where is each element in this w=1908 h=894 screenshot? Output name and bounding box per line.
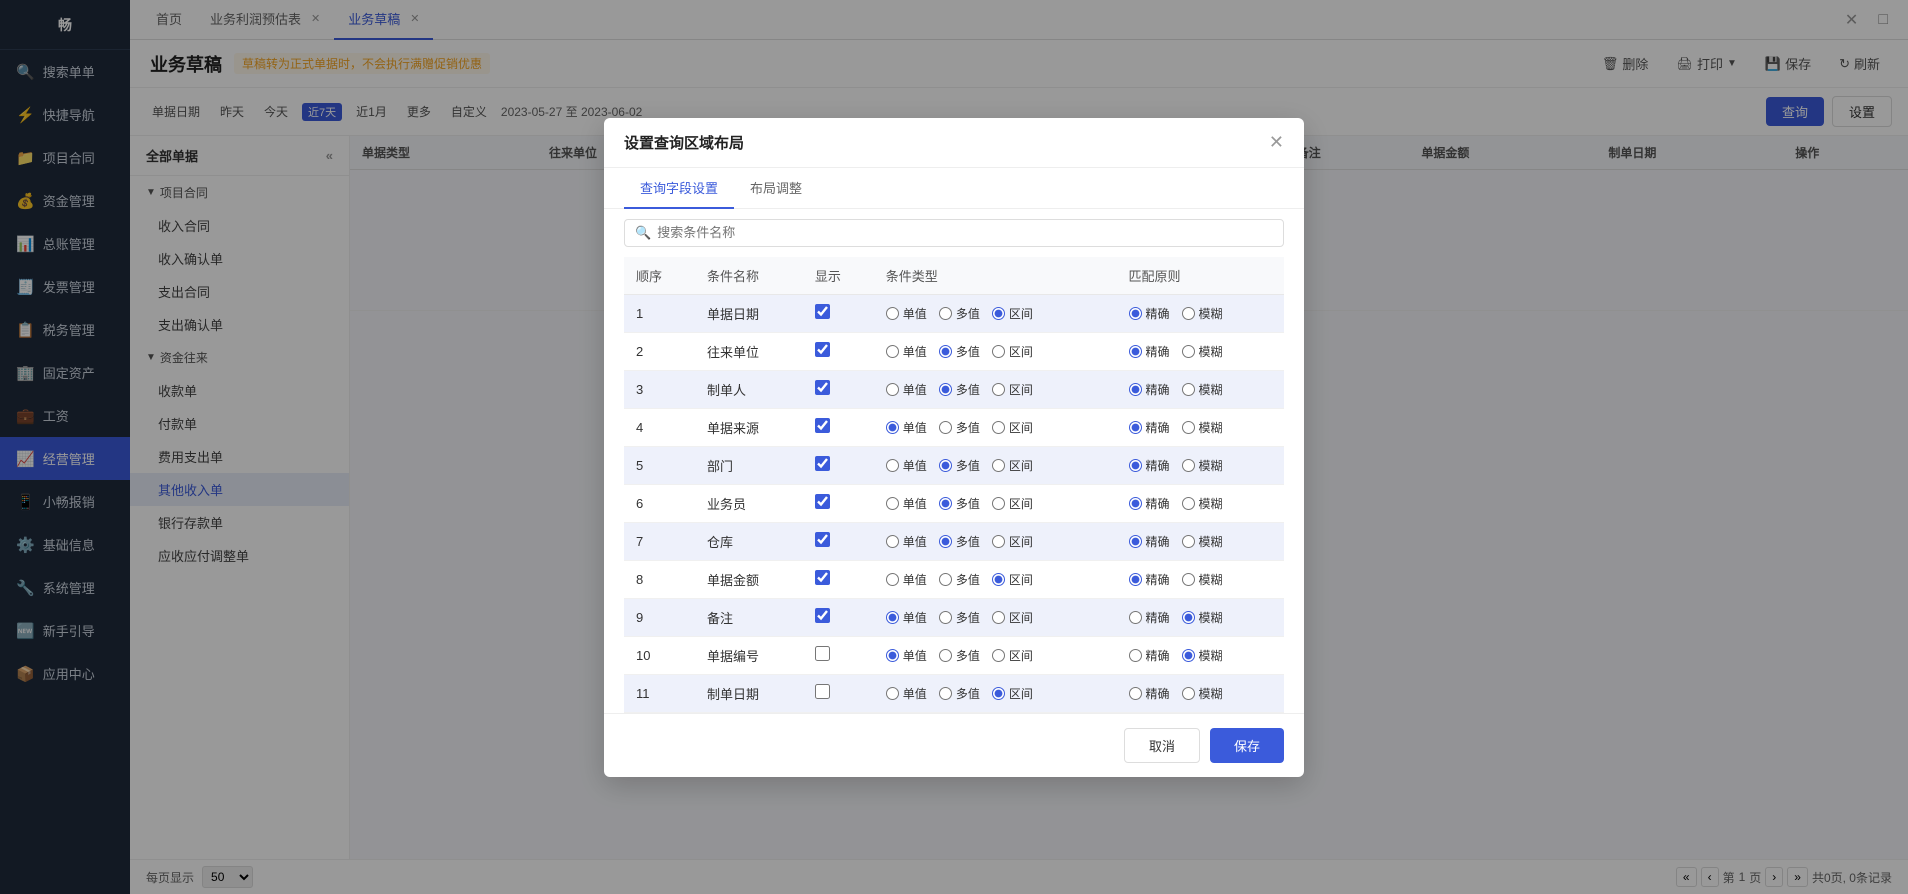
modal-header-条件类型: 条件类型 bbox=[874, 257, 1117, 295]
modal-close-btn[interactable]: ✕ bbox=[1269, 132, 1284, 153]
search-box: 🔍 bbox=[624, 219, 1284, 247]
modal-row-1: 1单据日期单值多值区间精确模糊 bbox=[624, 294, 1284, 332]
type-multi-9[interactable] bbox=[939, 611, 952, 624]
type-multi-8[interactable] bbox=[939, 573, 952, 586]
type-multi-6[interactable] bbox=[939, 497, 952, 510]
match-fuzzy-5[interactable] bbox=[1182, 459, 1195, 472]
match-fuzzy-1[interactable] bbox=[1182, 307, 1195, 320]
type-range-7[interactable] bbox=[992, 535, 1005, 548]
show-checkbox-3[interactable] bbox=[815, 380, 830, 395]
modal-row-7: 7仓库单值多值区间精确模糊 bbox=[624, 522, 1284, 560]
type-single-6[interactable] bbox=[886, 497, 899, 510]
type-range-4[interactable] bbox=[992, 421, 1005, 434]
match-exact-3[interactable] bbox=[1129, 383, 1142, 396]
match-exact-7[interactable] bbox=[1129, 535, 1142, 548]
modal-row-5: 5部门单值多值区间精确模糊 bbox=[624, 446, 1284, 484]
match-fuzzy-10[interactable] bbox=[1182, 649, 1195, 662]
type-multi-10[interactable] bbox=[939, 649, 952, 662]
match-fuzzy-4[interactable] bbox=[1182, 421, 1195, 434]
match-fuzzy-6[interactable] bbox=[1182, 497, 1195, 510]
type-single-7[interactable] bbox=[886, 535, 899, 548]
modal-header-匹配原则: 匹配原则 bbox=[1117, 257, 1285, 295]
modal-row-6: 6业务员单值多值区间精确模糊 bbox=[624, 484, 1284, 522]
modal-row-8: 8单据金额单值多值区间精确模糊 bbox=[624, 560, 1284, 598]
show-checkbox-1[interactable] bbox=[815, 304, 830, 319]
match-exact-11[interactable] bbox=[1129, 687, 1142, 700]
modal-tab-fields[interactable]: 查询字段设置 bbox=[624, 168, 734, 209]
match-exact-4[interactable] bbox=[1129, 421, 1142, 434]
match-exact-6[interactable] bbox=[1129, 497, 1142, 510]
modal-row-3: 3制单人单值多值区间精确模糊 bbox=[624, 370, 1284, 408]
type-multi-5[interactable] bbox=[939, 459, 952, 472]
match-fuzzy-8[interactable] bbox=[1182, 573, 1195, 586]
type-range-5[interactable] bbox=[992, 459, 1005, 472]
type-multi-3[interactable] bbox=[939, 383, 952, 396]
match-fuzzy-9[interactable] bbox=[1182, 611, 1195, 624]
type-range-8[interactable] bbox=[992, 573, 1005, 586]
show-checkbox-5[interactable] bbox=[815, 456, 830, 471]
show-checkbox-11[interactable] bbox=[815, 684, 830, 699]
show-checkbox-2[interactable] bbox=[815, 342, 830, 357]
modal-header-显示: 显示 bbox=[803, 257, 874, 295]
match-exact-1[interactable] bbox=[1129, 307, 1142, 320]
match-exact-9[interactable] bbox=[1129, 611, 1142, 624]
show-checkbox-4[interactable] bbox=[815, 418, 830, 433]
match-exact-10[interactable] bbox=[1129, 649, 1142, 662]
modal-footer: 取消 保存 bbox=[604, 713, 1304, 777]
type-single-11[interactable] bbox=[886, 687, 899, 700]
modal-row-10: 10单据编号单值多值区间精确模糊 bbox=[624, 636, 1284, 674]
show-checkbox-9[interactable] bbox=[815, 608, 830, 623]
show-checkbox-10[interactable] bbox=[815, 646, 830, 661]
settings-table: 顺序条件名称显示条件类型匹配原则 1单据日期单值多值区间精确模糊2往来单位单值多… bbox=[604, 257, 1304, 713]
modal-row-4: 4单据来源单值多值区间精确模糊 bbox=[624, 408, 1284, 446]
match-fuzzy-2[interactable] bbox=[1182, 345, 1195, 358]
type-single-5[interactable] bbox=[886, 459, 899, 472]
modal-tabs: 查询字段设置 布局调整 bbox=[604, 168, 1304, 209]
modal-tab-layout[interactable]: 布局调整 bbox=[734, 168, 818, 209]
match-fuzzy-7[interactable] bbox=[1182, 535, 1195, 548]
show-checkbox-6[interactable] bbox=[815, 494, 830, 509]
modal-header: 设置查询区域布局 ✕ bbox=[604, 118, 1304, 168]
type-single-1[interactable] bbox=[886, 307, 899, 320]
type-range-6[interactable] bbox=[992, 497, 1005, 510]
match-exact-2[interactable] bbox=[1129, 345, 1142, 358]
cancel-btn[interactable]: 取消 bbox=[1124, 728, 1200, 763]
modal-header-顺序: 顺序 bbox=[624, 257, 695, 295]
show-checkbox-7[interactable] bbox=[815, 532, 830, 547]
modal-title: 设置查询区域布局 bbox=[624, 132, 744, 153]
match-exact-5[interactable] bbox=[1129, 459, 1142, 472]
modal-row-9: 9备注单值多值区间精确模糊 bbox=[624, 598, 1284, 636]
type-range-11[interactable] bbox=[992, 687, 1005, 700]
type-single-2[interactable] bbox=[886, 345, 899, 358]
settings-modal: 设置查询区域布局 ✕ 查询字段设置 布局调整 🔍 顺序条件名称显示条件类型匹配原… bbox=[604, 118, 1304, 777]
type-multi-4[interactable] bbox=[939, 421, 952, 434]
match-fuzzy-3[interactable] bbox=[1182, 383, 1195, 396]
match-fuzzy-11[interactable] bbox=[1182, 687, 1195, 700]
type-multi-7[interactable] bbox=[939, 535, 952, 548]
match-exact-8[interactable] bbox=[1129, 573, 1142, 586]
modal-row-2: 2往来单位单值多值区间精确模糊 bbox=[624, 332, 1284, 370]
search-input[interactable] bbox=[657, 225, 1273, 240]
type-single-9[interactable] bbox=[886, 611, 899, 624]
modal-save-btn[interactable]: 保存 bbox=[1210, 728, 1284, 763]
modal-row-11: 11制单日期单值多值区间精确模糊 bbox=[624, 674, 1284, 712]
type-single-10[interactable] bbox=[886, 649, 899, 662]
modal-search: 🔍 bbox=[604, 209, 1304, 257]
modal-overlay: 设置查询区域布局 ✕ 查询字段设置 布局调整 🔍 顺序条件名称显示条件类型匹配原… bbox=[0, 0, 1908, 894]
modal-header-条件名称: 条件名称 bbox=[695, 257, 803, 295]
type-single-8[interactable] bbox=[886, 573, 899, 586]
type-range-3[interactable] bbox=[992, 383, 1005, 396]
type-range-9[interactable] bbox=[992, 611, 1005, 624]
type-range-10[interactable] bbox=[992, 649, 1005, 662]
type-multi-1[interactable] bbox=[939, 307, 952, 320]
type-single-3[interactable] bbox=[886, 383, 899, 396]
type-range-1[interactable] bbox=[992, 307, 1005, 320]
search-icon: 🔍 bbox=[635, 225, 651, 241]
type-single-4[interactable] bbox=[886, 421, 899, 434]
type-range-2[interactable] bbox=[992, 345, 1005, 358]
type-multi-2[interactable] bbox=[939, 345, 952, 358]
show-checkbox-8[interactable] bbox=[815, 570, 830, 585]
type-multi-11[interactable] bbox=[939, 687, 952, 700]
